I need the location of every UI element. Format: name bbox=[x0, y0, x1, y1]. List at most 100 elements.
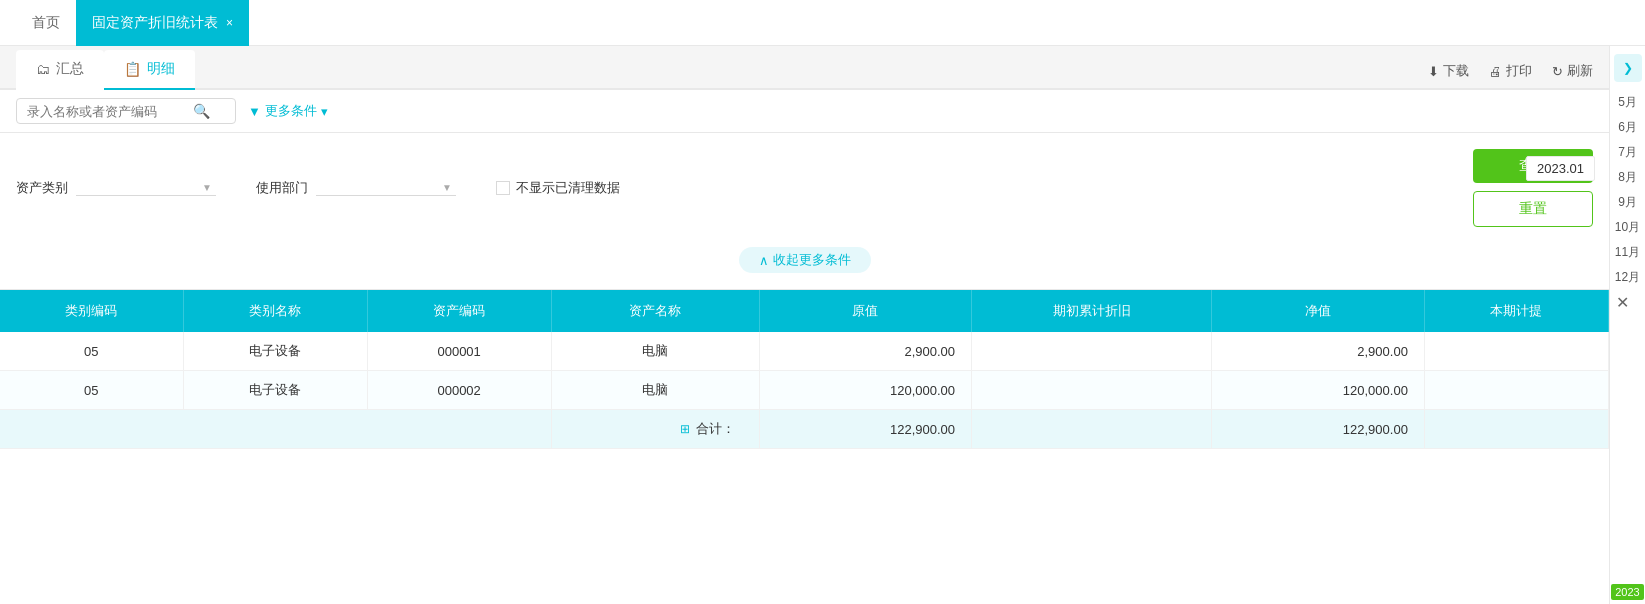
hide-cleared-field: 不显示已清理数据 bbox=[496, 179, 620, 197]
year-badge: 2023 bbox=[1611, 584, 1643, 600]
download-icon: ⬇ bbox=[1428, 64, 1439, 79]
sidebar-month-item[interactable]: 8月 bbox=[1613, 165, 1642, 190]
col-category-name: 类别名称 bbox=[183, 290, 367, 332]
sidebar-month-item[interactable]: 12月 bbox=[1613, 265, 1642, 290]
active-tab[interactable]: 固定资产折旧统计表 × bbox=[76, 0, 249, 46]
left-panel: 🗂 汇总 📋 明细 ⬇ 下载 🖨 打印 ↻ 刷新 bbox=[0, 46, 1609, 604]
table-header: 类别编码 类别名称 资产编码 资产名称 原值 期初累计折旧 净值 本期计提 bbox=[0, 290, 1609, 332]
cell-asset-code: 000002 bbox=[367, 371, 551, 410]
cell-category-code: 05 bbox=[0, 332, 183, 371]
more-conditions-button[interactable]: ▼ 更多条件 ▾ bbox=[248, 102, 328, 120]
department-arrow-icon: ▼ bbox=[442, 182, 452, 193]
sidebar-month-item[interactable]: 10月 bbox=[1613, 215, 1642, 240]
cell-asset-code: 000001 bbox=[367, 332, 551, 371]
refresh-label: 刷新 bbox=[1567, 62, 1593, 80]
department-select[interactable]: ▼ bbox=[316, 180, 456, 196]
sidebar-month-item[interactable]: 6月 bbox=[1613, 115, 1642, 140]
sidebar-month-item[interactable]: 7月 bbox=[1613, 140, 1642, 165]
total-net-value: 122,900.00 bbox=[1212, 410, 1424, 449]
col-accumulated-depreciation: 期初累计折旧 bbox=[972, 290, 1212, 332]
cell-accumulated-depreciation bbox=[972, 332, 1212, 371]
filter-panel: 资产类别 ▼ 使用部门 ▼ 不显示已清理数据 bbox=[0, 133, 1609, 290]
window-close-button[interactable]: ✕ bbox=[1616, 293, 1629, 312]
col-category-code: 类别编码 bbox=[0, 290, 183, 332]
search-input-wrap[interactable]: 🔍 bbox=[16, 98, 236, 124]
refresh-button[interactable]: ↻ 刷新 bbox=[1552, 62, 1593, 80]
asset-category-arrow-icon: ▼ bbox=[202, 182, 212, 193]
department-field: 使用部门 ▼ bbox=[256, 179, 456, 197]
search-bar: 🔍 ▼ 更多条件 ▾ bbox=[0, 90, 1609, 133]
tab-detail[interactable]: 📋 明细 bbox=[104, 50, 195, 90]
filter-icon: ▼ bbox=[248, 104, 261, 119]
more-conditions-label: 更多条件 bbox=[265, 102, 317, 120]
tab-close-icon[interactable]: × bbox=[226, 16, 233, 30]
print-button[interactable]: 🖨 打印 bbox=[1489, 62, 1532, 80]
sidebar-month-item[interactable]: 5月 bbox=[1613, 90, 1642, 115]
home-label: 首页 bbox=[32, 14, 60, 32]
top-nav: 首页 固定资产折旧统计表 × ✕ bbox=[0, 0, 1645, 46]
cell-asset-name: 电脑 bbox=[551, 332, 759, 371]
summary-icon: 🗂 bbox=[36, 61, 50, 77]
table-row: 05 电子设备 000002 电脑 120,000.00 120,000.00 bbox=[0, 371, 1609, 410]
collapse-label: 收起更多条件 bbox=[773, 251, 851, 269]
hide-cleared-label: 不显示已清理数据 bbox=[516, 179, 620, 197]
collapse-button[interactable]: ∧ 收起更多条件 bbox=[739, 247, 871, 273]
asset-category-field: 资产类别 ▼ bbox=[16, 179, 216, 197]
arrow-icon: ❯ bbox=[1623, 61, 1633, 75]
more-conditions-arrow-icon: ▾ bbox=[321, 104, 328, 119]
col-asset-code: 资产编码 bbox=[367, 290, 551, 332]
cell-category-name: 电子设备 bbox=[183, 332, 367, 371]
table-row: 05 电子设备 000001 电脑 2,900.00 2,900.00 bbox=[0, 332, 1609, 371]
search-icon: 🔍 bbox=[193, 103, 210, 119]
tab-bar: 🗂 汇总 📋 明细 ⬇ 下载 🖨 打印 ↻ 刷新 bbox=[0, 46, 1609, 90]
data-table: 类别编码 类别名称 资产编码 资产名称 原值 期初累计折旧 净值 本期计提 05… bbox=[0, 290, 1609, 604]
cell-current-provision bbox=[1424, 332, 1608, 371]
home-tab[interactable]: 首页 bbox=[16, 0, 76, 46]
tab-actions: ⬇ 下载 🖨 打印 ↻ 刷新 bbox=[1428, 62, 1593, 88]
asset-category-select[interactable]: ▼ bbox=[76, 180, 216, 196]
hide-cleared-checkbox[interactable] bbox=[496, 181, 510, 195]
total-current-provision bbox=[1424, 410, 1608, 449]
cell-category-code: 05 bbox=[0, 371, 183, 410]
cell-net-value: 120,000.00 bbox=[1212, 371, 1424, 410]
total-row: ⊞ 合计： 122,900.00 122,900.00 bbox=[0, 410, 1609, 449]
search-input[interactable] bbox=[27, 104, 187, 119]
total-original-value: 122,900.00 bbox=[759, 410, 971, 449]
total-accumulated bbox=[972, 410, 1212, 449]
collapse-icon: ∧ bbox=[759, 253, 769, 268]
refresh-icon: ↻ bbox=[1552, 64, 1563, 79]
reset-button[interactable]: 重置 bbox=[1473, 191, 1593, 227]
right-sidebar: ❯ 5月6月7月8月9月10月11月12月 2023 bbox=[1609, 46, 1645, 604]
cell-net-value: 2,900.00 bbox=[1212, 332, 1424, 371]
col-current-provision: 本期计提 bbox=[1424, 290, 1608, 332]
tab-label: 固定资产折旧统计表 bbox=[92, 14, 218, 32]
download-button[interactable]: ⬇ 下载 bbox=[1428, 62, 1469, 80]
cell-current-provision bbox=[1424, 371, 1608, 410]
month-list: 5月6月7月8月9月10月11月12月 bbox=[1613, 90, 1642, 290]
detail-icon: 📋 bbox=[124, 61, 141, 77]
sidebar-month-item[interactable]: 11月 bbox=[1613, 240, 1642, 265]
cell-category-name: 电子设备 bbox=[183, 371, 367, 410]
download-label: 下载 bbox=[1443, 62, 1469, 80]
cell-original-value: 2,900.00 bbox=[759, 332, 971, 371]
col-original-value: 原值 bbox=[759, 290, 971, 332]
total-empty-1 bbox=[0, 410, 551, 449]
department-label: 使用部门 bbox=[256, 179, 308, 197]
date-header: 2023.01 bbox=[1526, 156, 1595, 181]
table-body: 05 电子设备 000001 电脑 2,900.00 2,900.00 05 电… bbox=[0, 332, 1609, 449]
asset-category-label: 资产类别 bbox=[16, 179, 68, 197]
sidebar-arrow-button[interactable]: ❯ bbox=[1614, 54, 1642, 82]
tab-detail-label: 明细 bbox=[147, 60, 175, 78]
cell-accumulated-depreciation bbox=[972, 371, 1212, 410]
cell-original-value: 120,000.00 bbox=[759, 371, 971, 410]
sidebar-month-item[interactable]: 9月 bbox=[1613, 190, 1642, 215]
total-icon: ⊞ bbox=[680, 422, 690, 436]
cell-asset-name: 电脑 bbox=[551, 371, 759, 410]
print-label: 打印 bbox=[1506, 62, 1532, 80]
total-label-text: 合计： bbox=[696, 420, 735, 438]
col-asset-name: 资产名称 bbox=[551, 290, 759, 332]
table: 类别编码 类别名称 资产编码 资产名称 原值 期初累计折旧 净值 本期计提 05… bbox=[0, 290, 1609, 449]
total-label-cell: ⊞ 合计： bbox=[551, 410, 759, 449]
header-row: 类别编码 类别名称 资产编码 资产名称 原值 期初累计折旧 净值 本期计提 bbox=[0, 290, 1609, 332]
tab-summary[interactable]: 🗂 汇总 bbox=[16, 50, 104, 90]
